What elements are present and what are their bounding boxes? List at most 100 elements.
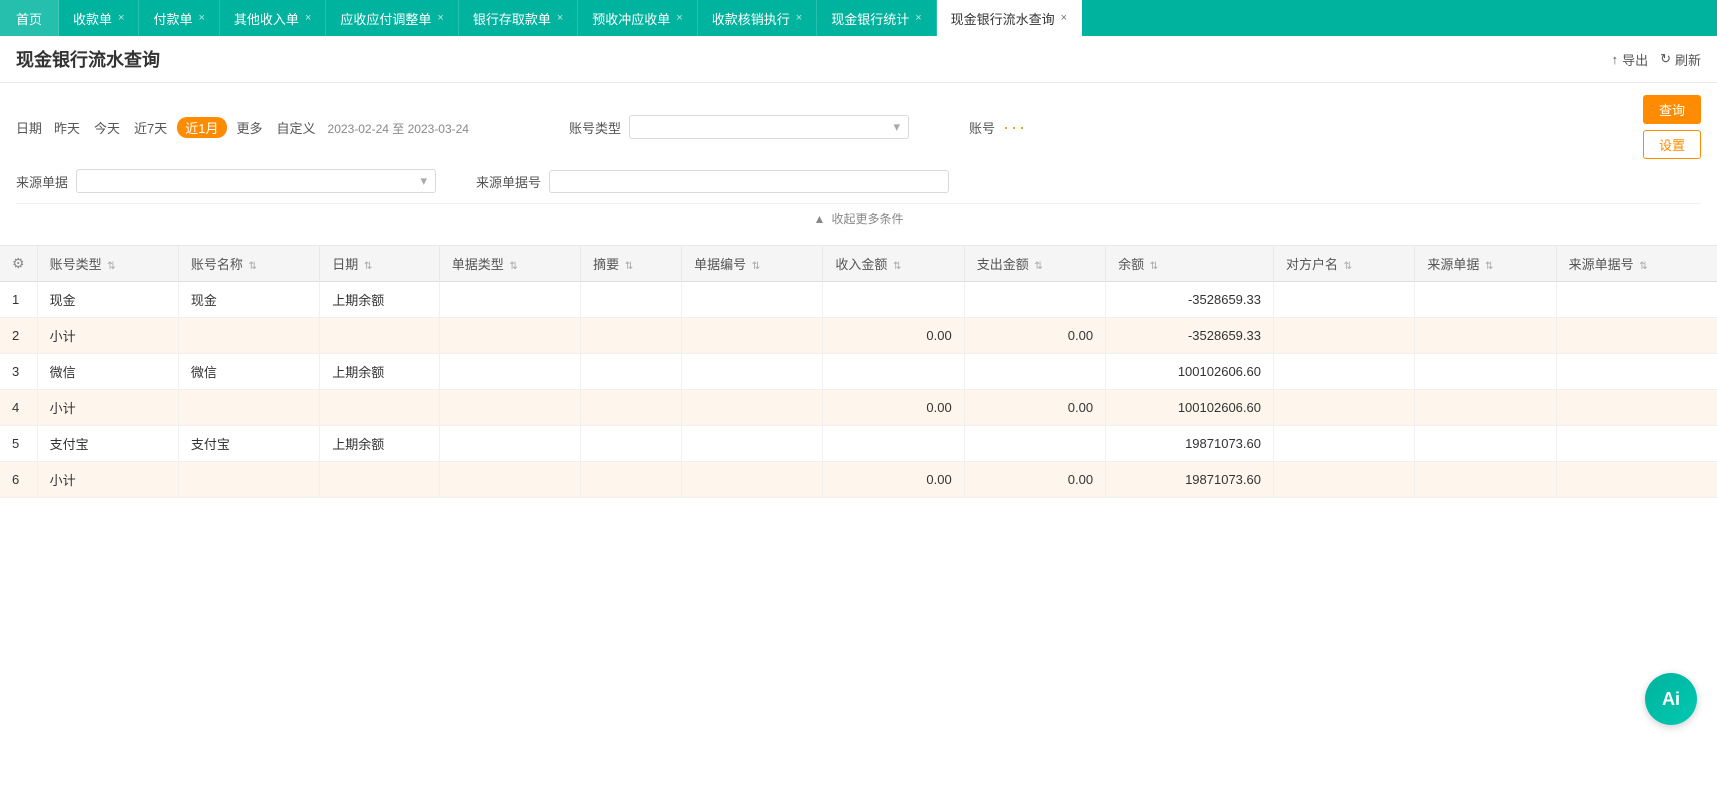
counterpart-cell — [1273, 354, 1414, 390]
last1m-shortcut[interactable]: 近1月 — [177, 117, 226, 138]
export-label: 导出 — [1622, 50, 1648, 69]
ai-label: Ai — [1662, 689, 1680, 710]
col-date[interactable]: 日期 ⇅ — [320, 246, 440, 282]
table-row: 1现金现金上期余额-3528659.33 — [0, 282, 1717, 318]
source-no-cell — [1556, 390, 1717, 426]
account-name-cell — [178, 390, 319, 426]
col-doc-type[interactable]: 单据类型 ⇅ — [439, 246, 580, 282]
settings-button[interactable]: 设置 — [1643, 130, 1701, 159]
summary-cell — [581, 390, 682, 426]
expense-cell — [964, 282, 1105, 318]
col-balance[interactable]: 余额 ⇅ — [1106, 246, 1274, 282]
account-type-select[interactable]: ▾ — [629, 115, 909, 139]
gear-icon[interactable]: ⚙ — [12, 255, 25, 271]
sort-icon: ⇅ — [1344, 261, 1352, 272]
tab-yinhang[interactable]: 银行存取款单 × — [459, 0, 578, 36]
close-icon[interactable]: × — [676, 12, 682, 24]
tab-liushui[interactable]: 现金银行流水查询 × — [937, 0, 1082, 36]
row-num: 5 — [0, 426, 37, 462]
page-header: 现金银行流水查询 ↑ 导出 ↻ 刷新 — [0, 36, 1717, 83]
col-counterpart[interactable]: 对方户名 ⇅ — [1273, 246, 1414, 282]
table-row: 2小计0.000.00-3528659.33 — [0, 318, 1717, 354]
tab-qita[interactable]: 其他收入单 × — [220, 0, 326, 36]
custom-shortcut[interactable]: 自定义 — [273, 117, 320, 138]
account-type-label: 账号类型 — [569, 118, 621, 137]
col-expense[interactable]: 支出金额 ⇅ — [964, 246, 1105, 282]
close-icon[interactable]: × — [557, 12, 563, 24]
source-doc-select[interactable]: ▾ — [76, 169, 436, 193]
income-cell — [823, 282, 964, 318]
tab-shoukuan2[interactable]: 收款核销执行 × — [698, 0, 817, 36]
collapse-toggle[interactable]: ▲ 收起更多条件 — [16, 203, 1701, 233]
account-dots-button[interactable]: ··· — [1003, 117, 1027, 138]
nav-home[interactable]: 首页 — [0, 0, 59, 36]
row-num: 1 — [0, 282, 37, 318]
close-icon[interactable]: × — [1061, 12, 1067, 24]
date-filter-group: 日期 昨天 今天 近7天 近1月 更多 自定义 2023-02-24 至 202… — [16, 117, 469, 138]
source-no-cell — [1556, 282, 1717, 318]
right-buttons: 查询 设置 — [1643, 95, 1701, 159]
ai-badge[interactable]: Ai — [1645, 673, 1697, 725]
expense-cell — [964, 354, 1105, 390]
last7-shortcut[interactable]: 近7天 — [130, 117, 171, 138]
col-source-no[interactable]: 来源单据号 ⇅ — [1556, 246, 1717, 282]
close-icon[interactable]: × — [305, 12, 311, 24]
col-doc-no[interactable]: 单据编号 ⇅ — [682, 246, 823, 282]
col-summary[interactable]: 摘要 ⇅ — [581, 246, 682, 282]
expense-cell: 0.00 — [964, 318, 1105, 354]
account-type-cell: 支付宝 — [37, 426, 178, 462]
doc-no-cell — [682, 282, 823, 318]
tab-yingshou[interactable]: 应收应付调整单 × — [326, 0, 458, 36]
date-label: 日期 — [16, 118, 42, 137]
export-button[interactable]: ↑ 导出 — [1612, 50, 1649, 69]
tab-shoukuan[interactable]: 收款单 × — [59, 0, 139, 36]
query-button[interactable]: 查询 — [1643, 95, 1701, 124]
close-icon[interactable]: × — [437, 12, 443, 24]
page-container: 现金银行流水查询 ↑ 导出 ↻ 刷新 日期 昨天 今天 近7天 近1月 — [0, 36, 1717, 785]
data-table: ⚙ 账号类型 ⇅ 账号名称 ⇅ 日期 ⇅ 单据类型 — [0, 246, 1717, 498]
close-icon[interactable]: × — [915, 12, 921, 24]
source-doc-no-input[interactable] — [549, 170, 949, 193]
chevron-down-icon: ▾ — [420, 173, 427, 189]
date-shortcuts: 昨天 今天 近7天 近1月 更多 自定义 — [50, 117, 320, 138]
doc-type-cell — [439, 462, 580, 498]
sort-icon: ⇅ — [893, 261, 901, 272]
tab-yushou[interactable]: 预收冲应收单 × — [578, 0, 697, 36]
chevron-down-icon: ▾ — [893, 119, 900, 135]
tab-label: 银行存取款单 — [473, 9, 551, 28]
date-range-text: 2023-02-24 至 2023-03-24 — [328, 120, 469, 137]
source-doc-cell — [1415, 282, 1556, 318]
tab-tongji[interactable]: 现金银行统计 × — [817, 0, 936, 36]
collapse-up-icon: ▲ — [814, 212, 826, 226]
close-icon[interactable]: × — [118, 12, 124, 24]
tab-label: 现金银行流水查询 — [951, 9, 1055, 28]
yesterday-shortcut[interactable]: 昨天 — [50, 117, 84, 138]
filter-row-2: 来源单据 ▾ 来源单据号 — [16, 169, 1701, 193]
account-filter-group: 账号 ··· — [969, 117, 1027, 138]
doc-type-cell — [439, 354, 580, 390]
col-source-doc[interactable]: 来源单据 ⇅ — [1415, 246, 1556, 282]
doc-type-cell — [439, 426, 580, 462]
col-account-name[interactable]: 账号名称 ⇅ — [178, 246, 319, 282]
sort-icon: ⇅ — [1150, 261, 1158, 272]
date-cell — [320, 390, 440, 426]
more-shortcut[interactable]: 更多 — [233, 117, 267, 138]
account-label: 账号 — [969, 118, 995, 137]
close-icon[interactable]: × — [796, 12, 802, 24]
counterpart-cell — [1273, 282, 1414, 318]
today-shortcut[interactable]: 今天 — [90, 117, 124, 138]
col-account-type[interactable]: 账号类型 ⇅ — [37, 246, 178, 282]
balance-cell: 19871073.60 — [1106, 426, 1274, 462]
refresh-button[interactable]: ↻ 刷新 — [1660, 50, 1701, 69]
tab-fukuan[interactable]: 付款单 × — [139, 0, 219, 36]
col-settings[interactable]: ⚙ — [0, 246, 37, 282]
account-name-cell: 微信 — [178, 354, 319, 390]
filter-area: 日期 昨天 今天 近7天 近1月 更多 自定义 2023-02-24 至 202… — [0, 83, 1717, 246]
source-no-cell — [1556, 354, 1717, 390]
doc-no-cell — [682, 390, 823, 426]
col-income[interactable]: 收入金额 ⇅ — [823, 246, 964, 282]
sort-icon: ⇅ — [1639, 261, 1647, 272]
close-icon[interactable]: × — [198, 12, 204, 24]
export-icon: ↑ — [1612, 52, 1619, 67]
sort-icon: ⇅ — [1485, 261, 1493, 272]
